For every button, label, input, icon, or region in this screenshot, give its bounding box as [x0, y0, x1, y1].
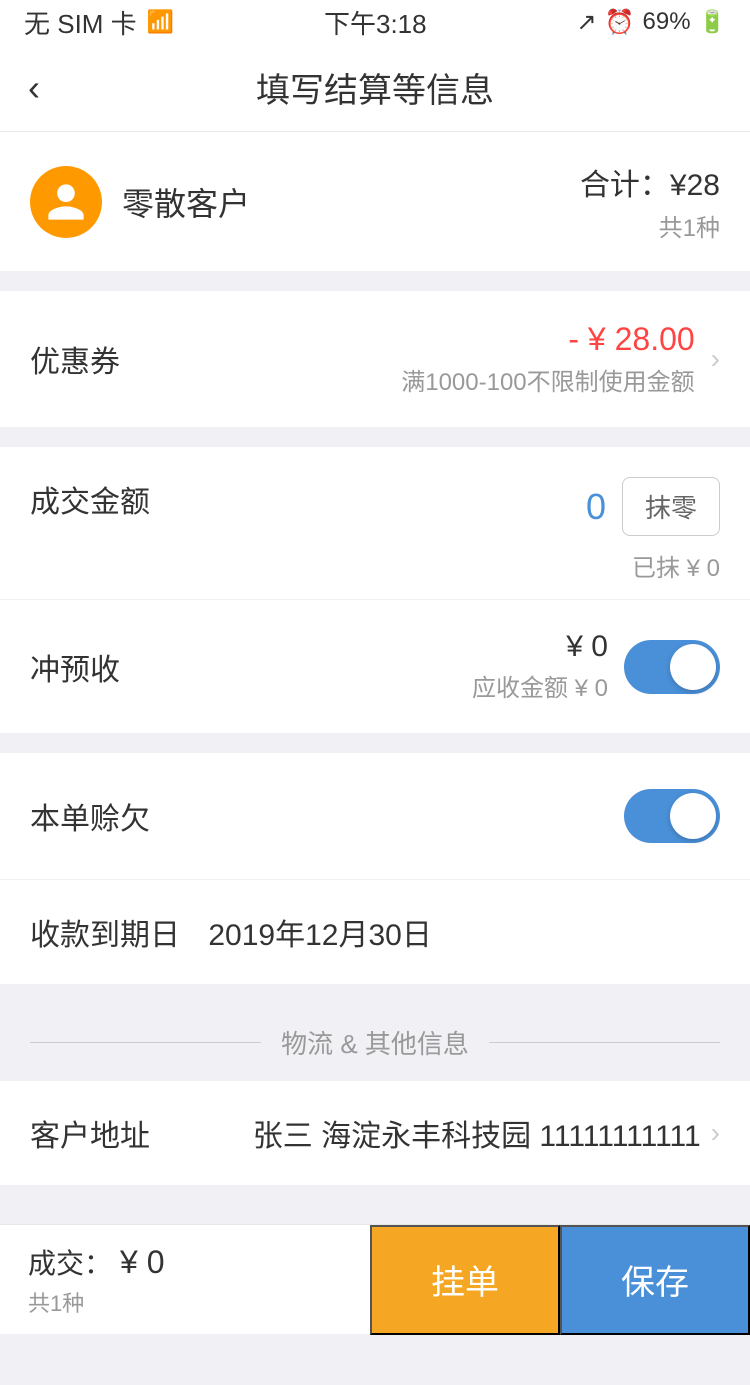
customer-name: 零散客户: [122, 179, 250, 225]
address-value: 张三 海淀永丰科技园 11111111111: [170, 1111, 701, 1155]
battery-label: 69%: [643, 8, 691, 36]
status-left: 无 SIM 卡 📶: [24, 4, 174, 41]
nav-bar: ‹ 填写结算等信息: [0, 44, 750, 132]
round-zero-button[interactable]: 抹零: [622, 477, 720, 536]
already-zeroed-label: 已抹 ¥ 0: [632, 548, 720, 583]
customer-left: 零散客户: [30, 166, 250, 238]
address-section[interactable]: 客户地址 张三 海淀永丰科技园 11111111111 ›: [0, 1081, 750, 1185]
prepay-toggle[interactable]: [624, 640, 720, 694]
debt-toggle[interactable]: [624, 789, 720, 843]
customer-right: 合计：¥28 共1种: [580, 160, 720, 243]
bottom-deal-amount: ¥ 0: [120, 1244, 164, 1281]
prepay-value: ¥ 0: [472, 630, 608, 664]
total-count: 共1种: [580, 208, 720, 243]
deal-amount-row: 成交金额 0 抹零 已抹 ¥ 0: [0, 447, 750, 600]
logistics-title: 物流 & 其他信息: [281, 1024, 469, 1061]
prepay-label: 冲预收: [30, 645, 120, 689]
alarm-icon: ⏰: [605, 8, 635, 37]
prepay-right: ¥ 0 应收金额 ¥ 0: [472, 630, 720, 703]
total-amount: 合计：¥28: [580, 160, 720, 204]
status-bar: 无 SIM 卡 📶 下午3:18 ↗ ⏰ 69% 🔋: [0, 0, 750, 44]
debt-row: 本单赊欠: [0, 753, 750, 879]
customer-card: 零散客户 合计：¥28 共1种: [0, 132, 750, 271]
coupon-value-block: - ¥ 28.00 满1000-100不限制使用金额: [401, 321, 694, 397]
wifi-icon: 📶: [147, 9, 174, 35]
debt-toggle-knob: [670, 793, 716, 839]
coupon-right: - ¥ 28.00 满1000-100不限制使用金额 ›: [401, 321, 720, 397]
bottom-count: 共1种: [28, 1286, 342, 1318]
bottom-deal-label: 成交：: [28, 1242, 112, 1282]
prepay-receivable: 应收金额 ¥ 0: [472, 668, 608, 703]
page-title: 填写结算等信息: [256, 63, 494, 112]
person-icon: [44, 180, 88, 224]
coupon-label: 优惠券: [30, 337, 120, 381]
address-label: 客户地址: [30, 1111, 150, 1155]
due-date-value: 2019年12月30日: [208, 919, 431, 952]
deal-amount-label: 成交金额: [30, 477, 150, 521]
bottom-bar: 成交： ¥ 0 共1种 挂单 保存: [0, 1224, 750, 1334]
logistics-section: 物流 & 其他信息: [0, 1004, 750, 1081]
coupon-desc: 满1000-100不限制使用金额: [401, 362, 694, 397]
battery-icon: 🔋: [699, 9, 726, 35]
prepay-value-block: ¥ 0 应收金额 ¥ 0: [472, 630, 608, 703]
coupon-discount: - ¥ 28.00: [401, 321, 694, 358]
deal-prepay-section: 成交金额 0 抹零 已抹 ¥ 0 冲预收 ¥ 0 应收金额 ¥ 0: [0, 447, 750, 733]
carrier-label: 无 SIM 卡: [24, 4, 137, 41]
due-date-label: 收款到期日: [30, 919, 180, 952]
chevron-right-icon: ›: [711, 343, 720, 375]
due-date-row: 收款到期日 2019年12月30日: [0, 879, 750, 984]
prepay-row: 冲预收 ¥ 0 应收金额 ¥ 0: [0, 600, 750, 733]
back-button[interactable]: ‹: [28, 67, 40, 109]
hangup-button[interactable]: 挂单: [370, 1225, 560, 1335]
location-icon: ↗: [577, 8, 597, 37]
address-chevron-icon: ›: [711, 1117, 720, 1149]
avatar: [30, 166, 102, 238]
debt-label: 本单赊欠: [30, 794, 150, 838]
coupon-row[interactable]: 优惠券 - ¥ 28.00 满1000-100不限制使用金额 ›: [0, 291, 750, 427]
bottom-summary: 成交： ¥ 0 共1种: [0, 1242, 370, 1318]
coupon-section: 优惠券 - ¥ 28.00 满1000-100不限制使用金额 ›: [0, 291, 750, 427]
status-time: 下午3:18: [324, 4, 427, 41]
divider-line-left: [30, 1042, 261, 1043]
bottom-deal: 成交： ¥ 0: [28, 1242, 342, 1282]
divider-line-right: [489, 1042, 720, 1043]
logistics-title-bar: 物流 & 其他信息: [30, 1024, 720, 1061]
status-right: ↗ ⏰ 69% 🔋: [577, 8, 726, 37]
debt-section: 本单赊欠 收款到期日 2019年12月30日: [0, 753, 750, 984]
save-button[interactable]: 保存: [560, 1225, 750, 1335]
deal-amount-value[interactable]: 0: [546, 486, 606, 528]
toggle-knob: [670, 644, 716, 690]
